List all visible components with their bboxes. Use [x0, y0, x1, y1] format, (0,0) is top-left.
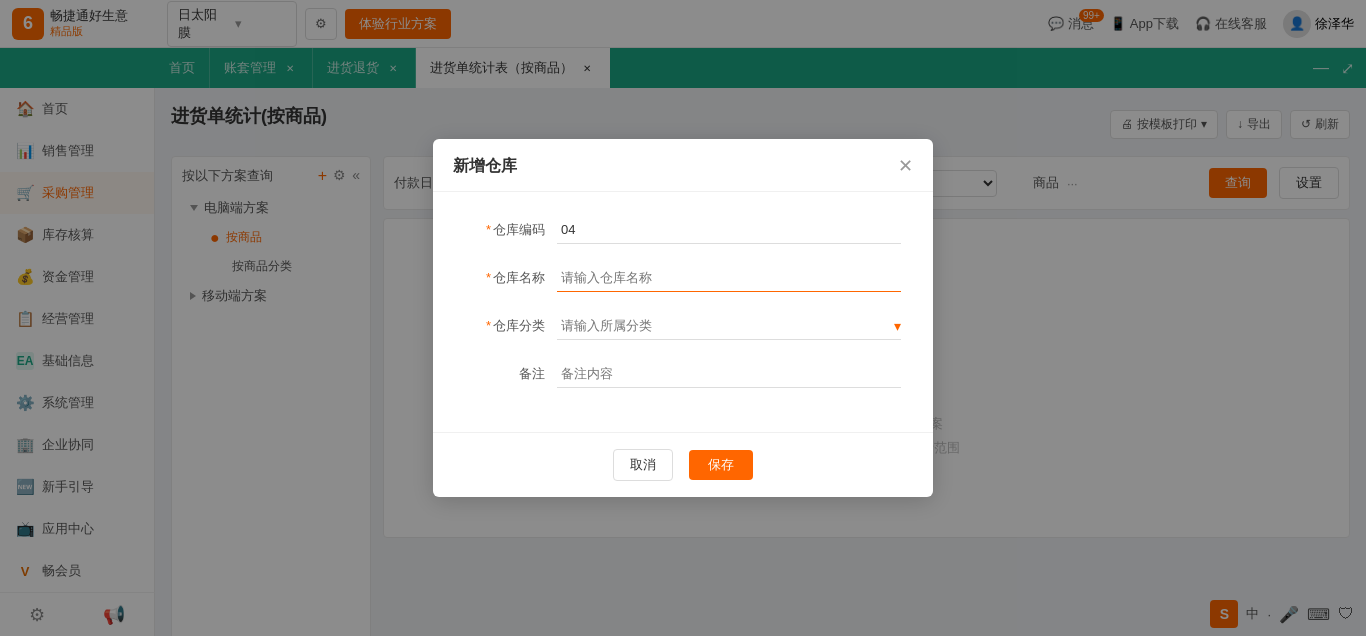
form-row-name: *仓库名称	[465, 264, 901, 292]
form-row-remark: 备注	[465, 360, 901, 388]
remark-label: 备注	[465, 365, 545, 383]
name-required-star: *	[486, 270, 491, 285]
category-label: *仓库分类	[465, 317, 545, 335]
code-input[interactable]	[557, 216, 901, 244]
modal-body: *仓库编码 *仓库名称 *仓库分类 ▾	[433, 192, 933, 432]
category-required-star: *	[486, 318, 491, 333]
cancel-button[interactable]: 取消	[613, 449, 673, 481]
code-label: *仓库编码	[465, 221, 545, 239]
remark-input[interactable]	[557, 360, 901, 388]
save-button[interactable]: 保存	[689, 450, 753, 480]
modal-header: 新增仓库 ✕	[433, 139, 933, 192]
modal-backdrop: 新增仓库 ✕ *仓库编码 *仓库名称 *仓库分类	[0, 0, 1366, 636]
form-row-category: *仓库分类 ▾	[465, 312, 901, 340]
new-warehouse-modal: 新增仓库 ✕ *仓库编码 *仓库名称 *仓库分类	[433, 139, 933, 497]
name-input[interactable]	[557, 264, 901, 292]
category-dropdown-icon: ▾	[894, 318, 901, 334]
modal-title: 新增仓库	[453, 156, 517, 177]
code-required-star: *	[486, 222, 491, 237]
modal-close-icon[interactable]: ✕	[898, 155, 913, 177]
category-select-wrapper[interactable]: ▾	[557, 312, 901, 340]
name-label: *仓库名称	[465, 269, 545, 287]
form-row-code: *仓库编码	[465, 216, 901, 244]
category-input[interactable]	[557, 312, 894, 339]
modal-footer: 取消 保存	[433, 432, 933, 497]
